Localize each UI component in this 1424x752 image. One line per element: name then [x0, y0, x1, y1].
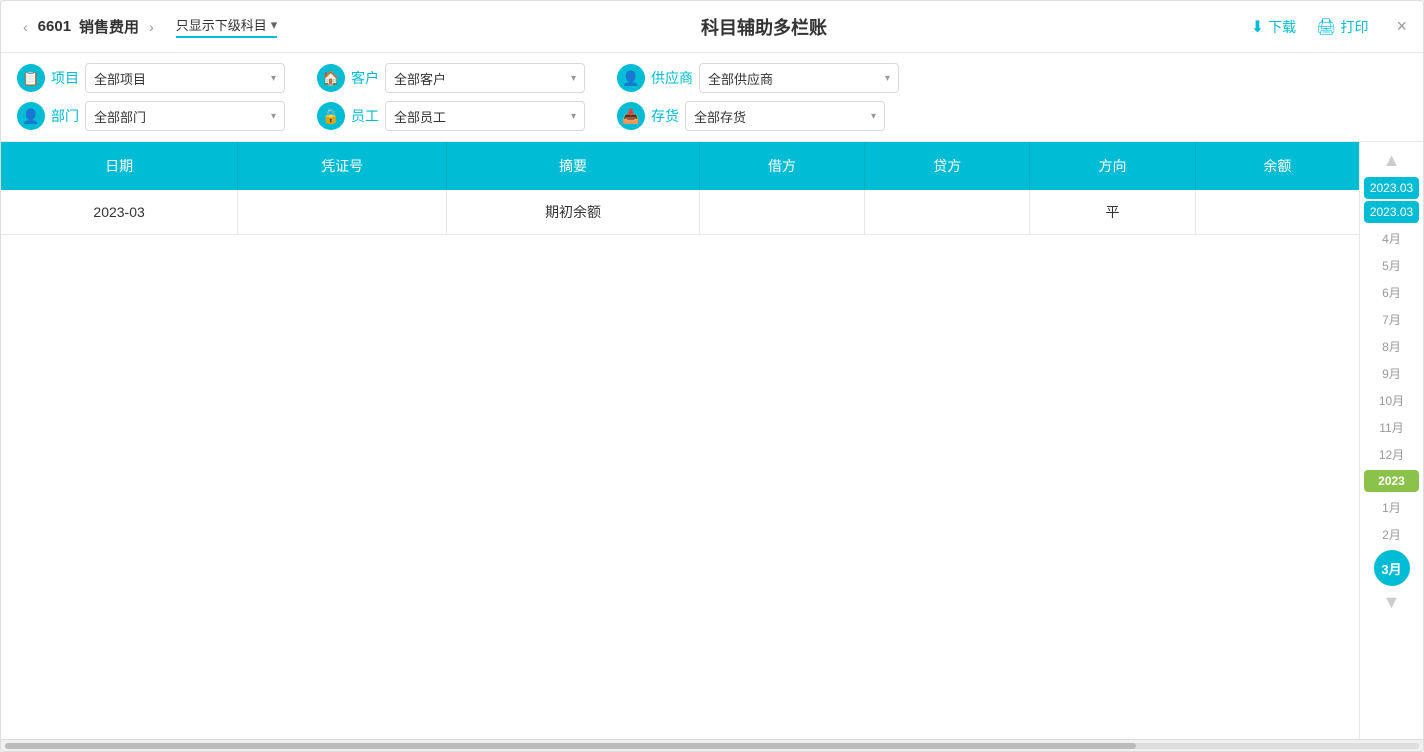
project-icon: 📋 [17, 64, 45, 92]
department-icon: 👤 [17, 102, 45, 130]
supplier-arrow-icon: ▾ [885, 73, 890, 84]
main-area: 日期 凭证号 摘要 借方 贷方 方向 余额 2023-03 期初余额 平 ▲ [1, 142, 1423, 739]
account-code: 6601 [38, 18, 71, 35]
cell-direction: 平 [1030, 190, 1195, 235]
col-summary: 摘要 [447, 142, 700, 190]
filter-employee: 🔒 员工 全部员工 ▾ [317, 101, 585, 131]
filter-row-1: 📋 项目 全部项目 ▾ 🏠 客户 全部客户 ▾ 👤 供应商 [17, 63, 1407, 93]
filter-customer: 🏠 客户 全部客户 ▾ [317, 63, 585, 93]
print-label: 打印 [1340, 17, 1368, 37]
project-value: 全部项目 [94, 69, 146, 88]
side-item-5[interactable]: 7月 [1360, 306, 1423, 333]
side-item-2[interactable]: 4月 [1360, 225, 1423, 252]
inventory-icon: 📥 [617, 102, 645, 130]
customer-arrow-icon: ▾ [571, 73, 576, 84]
col-voucher: 凭证号 [238, 142, 447, 190]
side-item-13[interactable]: 2月 [1360, 521, 1423, 548]
customer-select[interactable]: 全部客户 ▾ [385, 63, 585, 93]
print-button[interactable]: 🖨 打印 [1316, 17, 1368, 37]
employee-icon: 🔒 [317, 102, 345, 130]
customer-value: 全部客户 [394, 69, 446, 88]
download-label: 下载 [1268, 17, 1296, 37]
table-row[interactable]: 2023-03 期初余额 平 [1, 190, 1359, 235]
side-item-6[interactable]: 8月 [1360, 333, 1423, 360]
col-balance: 余额 [1195, 142, 1359, 190]
project-select[interactable]: 全部项目 ▾ [85, 63, 285, 93]
side-item-12[interactable]: 1月 [1360, 494, 1423, 521]
cell-credit [865, 190, 1030, 235]
inventory-value: 全部存货 [694, 107, 746, 126]
employee-value: 全部员工 [394, 107, 446, 126]
side-item-4[interactable]: 6月 [1360, 279, 1423, 306]
employee-select[interactable]: 全部员工 ▾ [385, 101, 585, 131]
title-bar: ‹ 6601 销售费用 › 只显示下级科目 ▾ 科目辅助多栏账 ⬇ 下载 🖨 打… [1, 1, 1423, 53]
col-direction: 方向 [1030, 142, 1195, 190]
inventory-select[interactable]: 全部存货 ▾ [685, 101, 885, 131]
scroll-thumb[interactable] [5, 743, 1136, 749]
side-up-arrow[interactable]: ▲ [1360, 146, 1423, 175]
side-item-3[interactable]: 5月 [1360, 252, 1423, 279]
side-item-14[interactable]: 3月 [1374, 550, 1410, 586]
show-sub-accounts-label: 只显示下级科目 [176, 15, 267, 34]
horizontal-scrollbar[interactable] [1, 739, 1423, 751]
main-window: ‹ 6601 销售费用 › 只显示下级科目 ▾ 科目辅助多栏账 ⬇ 下载 🖨 打… [0, 0, 1424, 752]
show-sub-accounts-button[interactable]: 只显示下级科目 ▾ [176, 15, 278, 38]
side-item-11[interactable]: 2023 [1364, 470, 1419, 492]
department-arrow-icon: ▾ [271, 111, 276, 122]
department-value: 全部部门 [94, 107, 146, 126]
side-item-7[interactable]: 9月 [1360, 360, 1423, 387]
supplier-select[interactable]: 全部供应商 ▾ [699, 63, 899, 93]
nav-next-button[interactable]: › [143, 17, 160, 37]
side-item-9[interactable]: 11月 [1360, 414, 1423, 441]
side-item-1[interactable]: 2023.03 [1364, 201, 1419, 223]
supplier-icon: 👤 [617, 64, 645, 92]
scroll-track [5, 743, 1419, 749]
side-item-0[interactable]: 2023.03 [1364, 177, 1419, 199]
side-panel[interactable]: ▲ 2023.032023.034月5月6月7月8月9月10月11月12月202… [1359, 142, 1423, 739]
filter-row-2: 👤 部门 全部部门 ▾ 🔒 员工 全部员工 ▾ 📥 存货 [17, 101, 1407, 131]
data-table: 日期 凭证号 摘要 借方 贷方 方向 余额 2023-03 期初余额 平 [1, 142, 1359, 235]
supplier-value: 全部供应商 [708, 69, 773, 88]
inventory-arrow-icon: ▾ [871, 111, 876, 122]
filter-department: 👤 部门 全部部门 ▾ [17, 101, 285, 131]
cell-balance [1195, 190, 1359, 235]
employee-arrow-icon: ▾ [571, 111, 576, 122]
cell-date: 2023-03 [1, 190, 238, 235]
filter-supplier: 👤 供应商 全部供应商 ▾ [617, 63, 899, 93]
filter-area: 📋 项目 全部项目 ▾ 🏠 客户 全部客户 ▾ 👤 供应商 [1, 53, 1423, 142]
nav-prev-button[interactable]: ‹ [17, 17, 34, 37]
col-credit: 贷方 [865, 142, 1030, 190]
close-button[interactable]: × [1396, 16, 1407, 37]
print-icon: 🖨 [1316, 17, 1336, 37]
project-arrow-icon: ▾ [271, 73, 276, 84]
customer-icon: 🏠 [317, 64, 345, 92]
toolbar-right: ⬇ 下载 🖨 打印 × [1251, 16, 1407, 37]
download-icon: ⬇ [1251, 17, 1264, 37]
supplier-label: 供应商 [651, 68, 693, 88]
side-items-container: 2023.032023.034月5月6月7月8月9月10月11月12月20231… [1360, 175, 1423, 588]
page-title: 科目辅助多栏账 [277, 14, 1250, 40]
employee-label: 员工 [351, 106, 379, 126]
cell-debit [699, 190, 864, 235]
filter-inventory: 📥 存货 全部存货 ▾ [617, 101, 885, 131]
customer-label: 客户 [351, 68, 379, 88]
filter-project: 📋 项目 全部项目 ▾ [17, 63, 285, 93]
table-header: 日期 凭证号 摘要 借方 贷方 方向 余额 [1, 142, 1359, 190]
download-button[interactable]: ⬇ 下载 [1251, 17, 1296, 37]
side-down-arrow[interactable]: ▼ [1360, 588, 1423, 617]
inventory-label: 存货 [651, 106, 679, 126]
col-date: 日期 [1, 142, 238, 190]
department-label: 部门 [51, 106, 79, 126]
cell-summary: 期初余额 [447, 190, 700, 235]
project-label: 项目 [51, 68, 79, 88]
col-debit: 借方 [699, 142, 864, 190]
account-name: 销售费用 [79, 16, 139, 37]
table-body: 2023-03 期初余额 平 [1, 190, 1359, 235]
cell-voucher [238, 190, 447, 235]
department-select[interactable]: 全部部门 ▾ [85, 101, 285, 131]
side-item-10[interactable]: 12月 [1360, 441, 1423, 468]
table-area[interactable]: 日期 凭证号 摘要 借方 贷方 方向 余额 2023-03 期初余额 平 [1, 142, 1359, 739]
side-item-8[interactable]: 10月 [1360, 387, 1423, 414]
